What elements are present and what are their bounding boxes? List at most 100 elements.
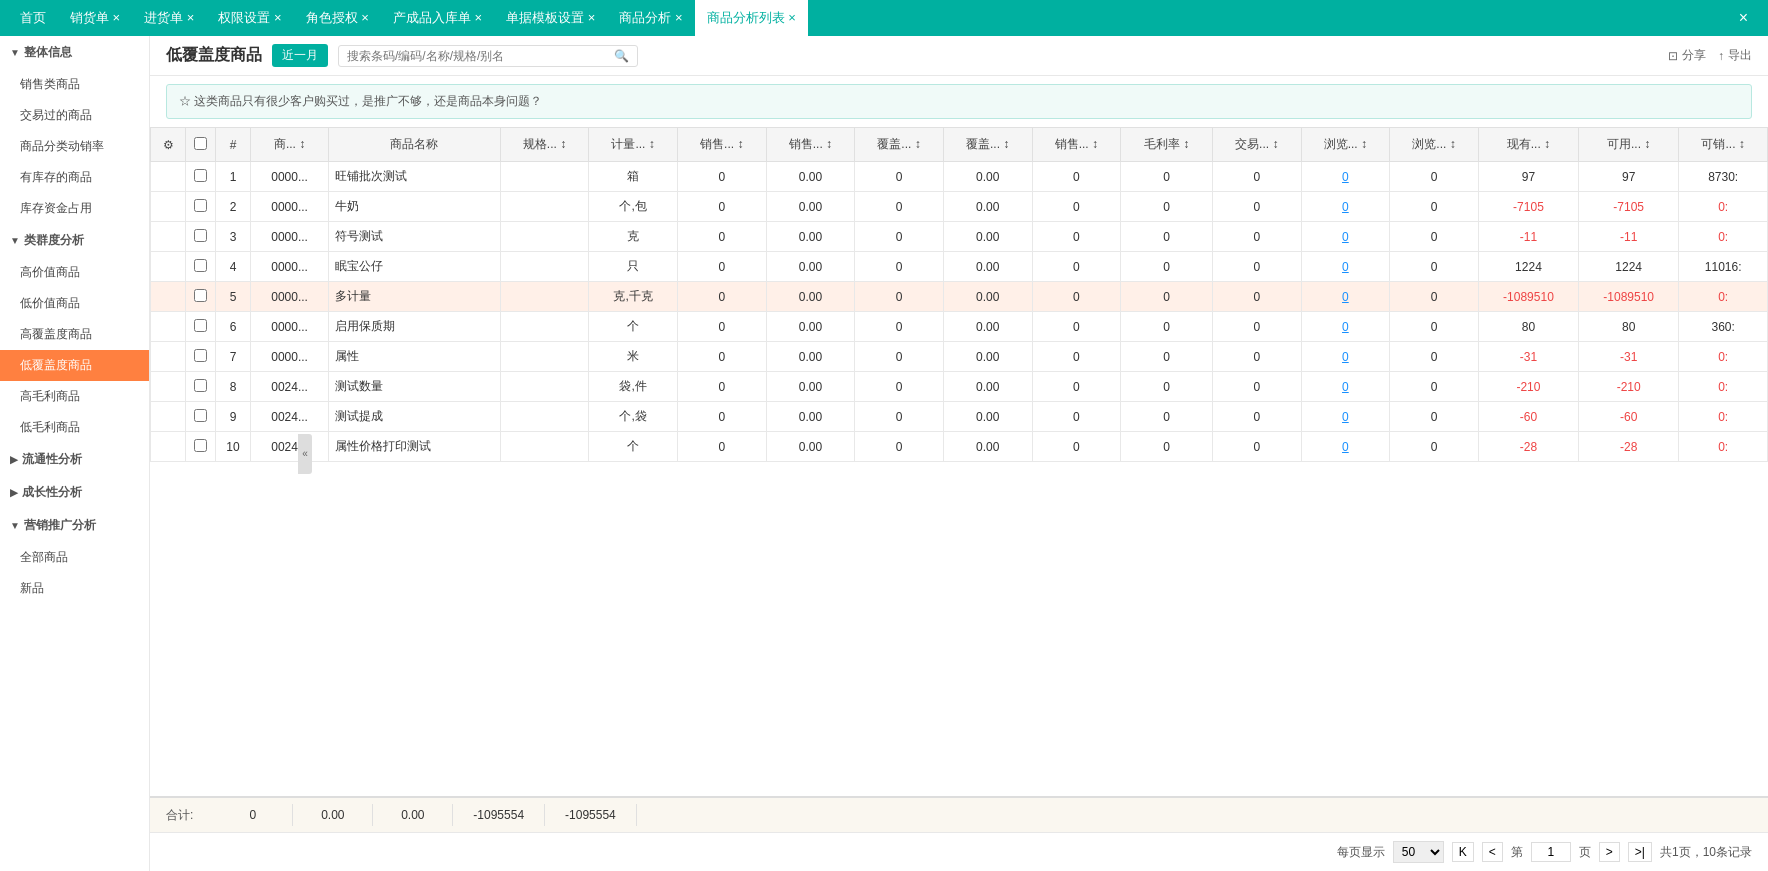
row-checkbox[interactable]: [194, 289, 207, 302]
row-checkbox[interactable]: [194, 229, 207, 242]
cell-browse-a[interactable]: 0: [1301, 312, 1390, 342]
cell-check[interactable]: [186, 312, 216, 342]
sidebar-item-low-margin[interactable]: 低毛利商品: [0, 412, 149, 443]
col-name[interactable]: 商品名称: [329, 128, 500, 162]
cell-settings: [151, 342, 186, 372]
col-cover-b[interactable]: 覆盖... ↕: [943, 128, 1032, 162]
row-checkbox[interactable]: [194, 379, 207, 392]
col-sales-amt[interactable]: 销售... ↕: [766, 128, 855, 162]
sidebar-item-all-goods[interactable]: 全部商品: [0, 542, 149, 573]
nav-sales[interactable]: 销货单 ×: [58, 0, 132, 36]
col-browse-a[interactable]: 浏览... ↕: [1301, 128, 1390, 162]
sidebar-item-sales-goods[interactable]: 销售类商品: [0, 69, 149, 100]
sidebar-item-new-goods[interactable]: 新品: [0, 573, 149, 604]
cell-browse-a[interactable]: 0: [1301, 162, 1390, 192]
col-settings[interactable]: ⚙: [151, 128, 186, 162]
cell-check[interactable]: [186, 342, 216, 372]
row-checkbox[interactable]: [194, 199, 207, 212]
sidebar-section-marketing[interactable]: ▼ 营销推广分析: [0, 509, 149, 542]
sidebar-section-liquidity[interactable]: ▶ 流通性分析: [0, 443, 149, 476]
col-available[interactable]: 可用... ↕: [1579, 128, 1679, 162]
select-all-checkbox[interactable]: [194, 137, 207, 150]
table-row: 2 0000... 牛奶 个,包 0 0.00 0 0.00 0 0 0 0 0…: [151, 192, 1768, 222]
cell-browse-a[interactable]: 0: [1301, 222, 1390, 252]
nav-analysis-list[interactable]: 商品分析列表 ×: [695, 0, 808, 36]
period-button[interactable]: 近一月: [272, 44, 328, 67]
cell-name: 测试提成: [329, 402, 500, 432]
cell-sales-qty: 0: [677, 432, 766, 462]
col-browse-b[interactable]: 浏览... ↕: [1390, 128, 1479, 162]
nav-purchase[interactable]: 进货单 ×: [132, 0, 206, 36]
sidebar-item-low-value[interactable]: 低价值商品: [0, 288, 149, 319]
cell-check[interactable]: [186, 372, 216, 402]
nav-home[interactable]: 首页: [8, 0, 58, 36]
cell-browse-a[interactable]: 0: [1301, 342, 1390, 372]
row-checkbox[interactable]: [194, 319, 207, 332]
sidebar-item-high-margin[interactable]: 高毛利商品: [0, 381, 149, 412]
cell-trade: 0: [1212, 252, 1301, 282]
sidebar-item-low-coverage[interactable]: 低覆盖度商品: [0, 350, 149, 381]
nav-roles[interactable]: 角色授权 ×: [294, 0, 381, 36]
cell-browse-a[interactable]: 0: [1301, 372, 1390, 402]
col-checkbox-all[interactable]: [186, 128, 216, 162]
first-page-button[interactable]: K: [1452, 842, 1474, 862]
cell-browse-a[interactable]: 0: [1301, 282, 1390, 312]
sidebar-item-inventory-goods[interactable]: 有库存的商品: [0, 162, 149, 193]
col-code[interactable]: 商... ↕: [251, 128, 329, 162]
cell-browse-a[interactable]: 0: [1301, 192, 1390, 222]
col-sales-qty[interactable]: 销售... ↕: [677, 128, 766, 162]
goods-table: ⚙ # 商... ↕ 商品名称 规格... ↕ 计量... ↕ 销售... ↕ …: [150, 127, 1768, 462]
row-checkbox[interactable]: [194, 259, 207, 272]
next-page-button[interactable]: >: [1599, 842, 1620, 862]
col-cover-a[interactable]: 覆盖... ↕: [855, 128, 944, 162]
row-checkbox[interactable]: [194, 349, 207, 362]
nav-permissions[interactable]: 权限设置 ×: [206, 0, 293, 36]
nav-analysis[interactable]: 商品分析 ×: [607, 0, 694, 36]
cell-check[interactable]: [186, 282, 216, 312]
cell-check[interactable]: [186, 192, 216, 222]
cell-gross-margin: 0: [1121, 342, 1213, 372]
sidebar-item-high-value[interactable]: 高价值商品: [0, 257, 149, 288]
cell-check[interactable]: [186, 252, 216, 282]
nav-products[interactable]: 产成品入库单 ×: [381, 0, 494, 36]
cell-sales-c: 0: [1032, 312, 1121, 342]
cell-check[interactable]: [186, 402, 216, 432]
row-checkbox[interactable]: [194, 409, 207, 422]
col-current[interactable]: 现有... ↕: [1478, 128, 1578, 162]
search-input[interactable]: [347, 49, 610, 63]
col-gross-margin[interactable]: 毛利率 ↕: [1121, 128, 1213, 162]
sidebar-item-inventory-capital[interactable]: 库存资金占用: [0, 193, 149, 224]
table-container[interactable]: ⚙ # 商... ↕ 商品名称 规格... ↕ 计量... ↕ 销售... ↕ …: [150, 127, 1768, 796]
col-spec[interactable]: 规格... ↕: [500, 128, 589, 162]
sidebar-item-traded-goods[interactable]: 交易过的商品: [0, 100, 149, 131]
cell-browse-a[interactable]: 0: [1301, 402, 1390, 432]
cell-check[interactable]: [186, 222, 216, 252]
sidebar-item-high-coverage[interactable]: 高覆盖度商品: [0, 319, 149, 350]
prev-page-button[interactable]: <: [1482, 842, 1503, 862]
col-trade[interactable]: 交易... ↕: [1212, 128, 1301, 162]
col-sellable[interactable]: 可销... ↕: [1679, 128, 1768, 162]
row-checkbox[interactable]: [194, 439, 207, 452]
sidebar-item-category-rate[interactable]: 商品分类动销率: [0, 131, 149, 162]
window-close-button[interactable]: ×: [1727, 9, 1760, 27]
sidebar-section-overall[interactable]: ▼ 整体信息: [0, 36, 149, 69]
cell-browse-a[interactable]: 0: [1301, 432, 1390, 462]
cell-check[interactable]: [186, 162, 216, 192]
sidebar-section-growth[interactable]: ▶ 成长性分析: [0, 476, 149, 509]
nav-templates[interactable]: 单据模板设置 ×: [494, 0, 607, 36]
cell-browse-a[interactable]: 0: [1301, 252, 1390, 282]
page-number-input[interactable]: [1531, 842, 1571, 862]
per-page-select[interactable]: 50 100 200: [1393, 841, 1444, 863]
col-unit[interactable]: 计量... ↕: [589, 128, 678, 162]
sidebar-section-cluster[interactable]: ▼ 类群度分析: [0, 224, 149, 257]
export-button[interactable]: ↑ 导出: [1718, 47, 1752, 64]
sidebar-collapse-button[interactable]: «: [298, 434, 312, 474]
share-button[interactable]: ⊡ 分享: [1668, 47, 1706, 64]
col-sales-c[interactable]: 销售... ↕: [1032, 128, 1121, 162]
row-checkbox[interactable]: [194, 169, 207, 182]
cell-spec: [500, 432, 589, 462]
last-page-button[interactable]: >|: [1628, 842, 1652, 862]
footer-sales-qty: 0: [213, 804, 293, 826]
search-icon[interactable]: 🔍: [614, 49, 629, 63]
cell-check[interactable]: [186, 432, 216, 462]
